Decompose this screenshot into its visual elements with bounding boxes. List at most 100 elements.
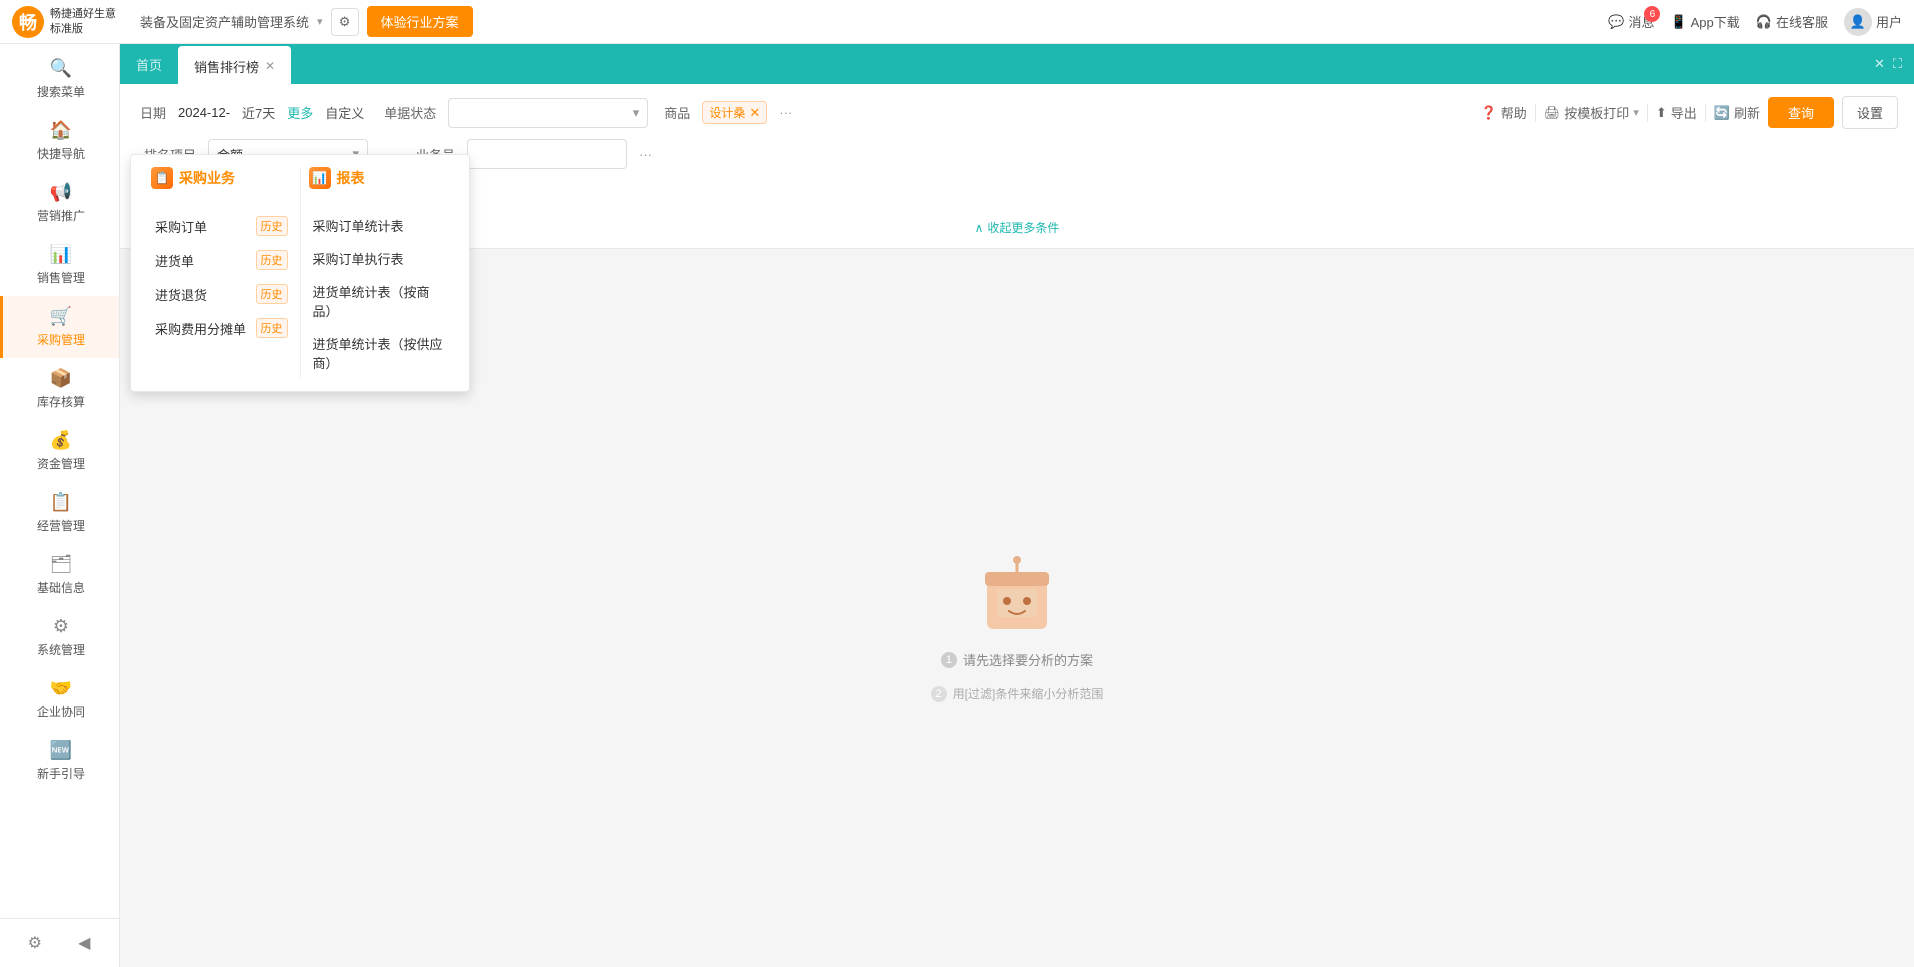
sidebar-item-system[interactable]: ⚙ 系统管理	[0, 606, 119, 668]
sidebar-item-purchase[interactable]: 🛒 采购管理	[0, 296, 119, 358]
empty-icon-wrapper	[977, 554, 1057, 634]
purchase-order-history: 历史	[256, 216, 288, 236]
user-button[interactable]: 👤 用户	[1844, 8, 1902, 36]
gear-button[interactable]: ⚙	[331, 8, 359, 36]
date-period-7[interactable]: 近7天	[242, 103, 275, 122]
logo-icon: 畅	[12, 6, 44, 38]
expense-label: 采购费用分摊单	[155, 319, 248, 338]
sidebar-item-finance[interactable]: 💰 资金管理	[0, 420, 119, 482]
tab-bar: 首页 销售排行榜 ✕ ✕ ⛶	[120, 44, 1914, 84]
sidebar-label-marketing: 营销推广	[37, 207, 85, 224]
menu-item-expense[interactable]: 采购费用分摊单 历史	[151, 311, 292, 345]
print-dropdown-icon: ▾	[1633, 106, 1639, 119]
order-exec-label: 采购订单执行表	[313, 249, 446, 268]
settings-button[interactable]: 设置	[1842, 96, 1898, 129]
industry-button[interactable]: 体验行业方案	[367, 6, 473, 37]
salesperson-input[interactable]	[467, 139, 627, 169]
query-button[interactable]: 查询	[1768, 97, 1834, 128]
hint-circle-1: 1	[941, 652, 957, 668]
sidebar-item-sales[interactable]: 📊 销售管理	[0, 234, 119, 296]
title-dropdown-arrow[interactable]: ▾	[317, 15, 323, 28]
receive-stat-goods-label: 进货单统计表（按商品）	[313, 282, 446, 320]
menu-item-receive[interactable]: 进货单 历史	[151, 243, 292, 277]
sidebar-item-enterprise[interactable]: 🤝 企业协同	[0, 668, 119, 730]
purchase-order-label: 采购订单	[155, 217, 248, 236]
toolbar-divider-2	[1647, 104, 1648, 122]
sidebar-item-guide[interactable]: 🆕 新手引导	[0, 730, 119, 792]
receive-label: 进货单	[155, 251, 248, 270]
toolbar-divider-3	[1705, 104, 1706, 122]
sidebar-item-basic[interactable]: 🗂 基础信息	[0, 544, 119, 606]
menu-item-return[interactable]: 进货退货 历史	[151, 277, 292, 311]
tab-expand-icon[interactable]: ⛶	[1893, 56, 1902, 72]
system-title: 装备及固定资产辅助管理系统	[140, 12, 309, 31]
sidebar-item-operation[interactable]: 📋 经营管理	[0, 482, 119, 544]
message-button[interactable]: 💬 消息 6	[1608, 12, 1654, 31]
tab-home[interactable]: 首页	[120, 44, 178, 84]
empty-hint-2: 2 用[过滤]条件来缩小分析范围	[931, 685, 1104, 702]
phone-icon: 📱	[1670, 14, 1686, 30]
dropdown-purchase-header: 📋 采购业务	[151, 167, 292, 197]
chart-icon: 📊	[50, 244, 72, 265]
sidebar-label-sales: 销售管理	[37, 269, 85, 286]
export-label: 导出	[1671, 103, 1697, 122]
purchase-col-title: 采购业务	[179, 168, 235, 188]
service-label: 在线客服	[1776, 12, 1828, 31]
menu-item-purchase-order[interactable]: 采购订单 历史	[151, 209, 292, 243]
toolbar-right: ❓ 帮助 🖨 按模板打印 ▾ ⬆ 导出	[1481, 96, 1898, 129]
logo-text: 畅捷通好生意标准版	[50, 7, 116, 36]
return-history: 历史	[256, 284, 288, 304]
dropdown-menu[interactable]: 📋 采购业务 采购订单 历史 进货单 历史 进货退货 历史 采购费用分摊单 历史	[130, 154, 470, 392]
avatar: 👤	[1844, 8, 1872, 36]
help-button[interactable]: ❓ 帮助	[1481, 103, 1527, 122]
goods-tag-text: 设计桑	[709, 104, 745, 121]
tab-sales-rank[interactable]: 销售排行榜 ✕	[178, 46, 291, 86]
sidebar-item-inventory[interactable]: 📦 库存核算	[0, 358, 119, 420]
megaphone-icon: 📢	[50, 182, 72, 203]
sidebar-collapse-btn[interactable]: ◀	[70, 929, 98, 957]
goods-filter-tag[interactable]: 设计桑 ✕	[702, 101, 767, 124]
order-stat-label: 采购订单统计表	[313, 216, 446, 235]
goods-tag-close[interactable]: ✕	[749, 105, 760, 121]
box-icon: 📦	[50, 368, 72, 389]
sidebar-label-search: 搜索菜单	[37, 83, 85, 100]
date-filter-label: 日期	[136, 103, 166, 122]
menu-item-order-stat[interactable]: 采购订单统计表	[309, 209, 450, 242]
report-col-title: 报表	[337, 168, 365, 188]
export-button[interactable]: ⬆ 导出	[1656, 103, 1697, 122]
app-download-button[interactable]: 📱 App下载	[1670, 12, 1739, 31]
dropdown-report-col: 📊 报表 采购订单统计表 采购订单执行表 进货单统计表（按商品） 进货单统计表（…	[301, 167, 458, 379]
menu-item-order-exec[interactable]: 采购订单执行表	[309, 242, 450, 275]
sidebar-label-finance: 资金管理	[37, 455, 85, 472]
sidebar-label-inventory: 库存核算	[37, 393, 85, 410]
top-right-area: 💬 消息 6 📱 App下载 🎧 在线客服 👤 用户	[1608, 8, 1902, 36]
collapse-arrow-icon: ∧	[975, 221, 984, 235]
refresh-button[interactable]: 🔄 刷新	[1714, 103, 1760, 122]
salesperson-dots[interactable]: ···	[639, 147, 652, 162]
headset-icon: 🎧	[1756, 14, 1772, 30]
date-custom-link[interactable]: 自定义	[325, 103, 364, 122]
sidebar-settings-btn[interactable]: ⚙	[21, 929, 49, 957]
goods-more-dots[interactable]: ···	[779, 105, 792, 120]
refresh-label: 刷新	[1734, 103, 1760, 122]
system-icon: ⚙	[53, 616, 69, 637]
tab-sales-rank-label: 销售排行榜	[194, 57, 259, 76]
top-toolbar: 日期 2024-12- 近7天 更多 自定义 单据状态 ▾ 商品 设计桑	[136, 96, 1898, 139]
date-more-link[interactable]: 更多	[287, 103, 313, 122]
expense-history: 历史	[256, 318, 288, 338]
collapse-button[interactable]: ∧ 收起更多条件	[975, 219, 1060, 236]
sidebar-item-marketing[interactable]: 📢 营销推广	[0, 172, 119, 234]
report-col-icon: 📊	[309, 167, 331, 189]
doc-status-select[interactable]: ▾	[448, 98, 648, 128]
sidebar-item-search[interactable]: 🔍 搜索菜单	[0, 48, 119, 110]
collapse-label: 收起更多条件	[987, 219, 1059, 236]
sidebar-item-quicknav[interactable]: 🏠 快捷导航	[0, 110, 119, 172]
menu-item-receive-stat-goods[interactable]: 进货单统计表（按商品）	[309, 275, 450, 327]
service-button[interactable]: 🎧 在线客服	[1756, 12, 1828, 31]
menu-item-receive-stat-supplier[interactable]: 进货单统计表（按供应商）	[309, 327, 450, 379]
sidebar: 🔍 搜索菜单 🏠 快捷导航 📢 营销推广 📊 销售管理 🛒 采购管理 📦 库存核…	[0, 44, 120, 967]
print-button[interactable]: 🖨 按模板打印 ▾	[1544, 103, 1639, 122]
tab-close-all-icon[interactable]: ✕	[1874, 56, 1885, 72]
tab-close-icon[interactable]: ✕	[265, 59, 275, 73]
return-label: 进货退货	[155, 285, 248, 304]
